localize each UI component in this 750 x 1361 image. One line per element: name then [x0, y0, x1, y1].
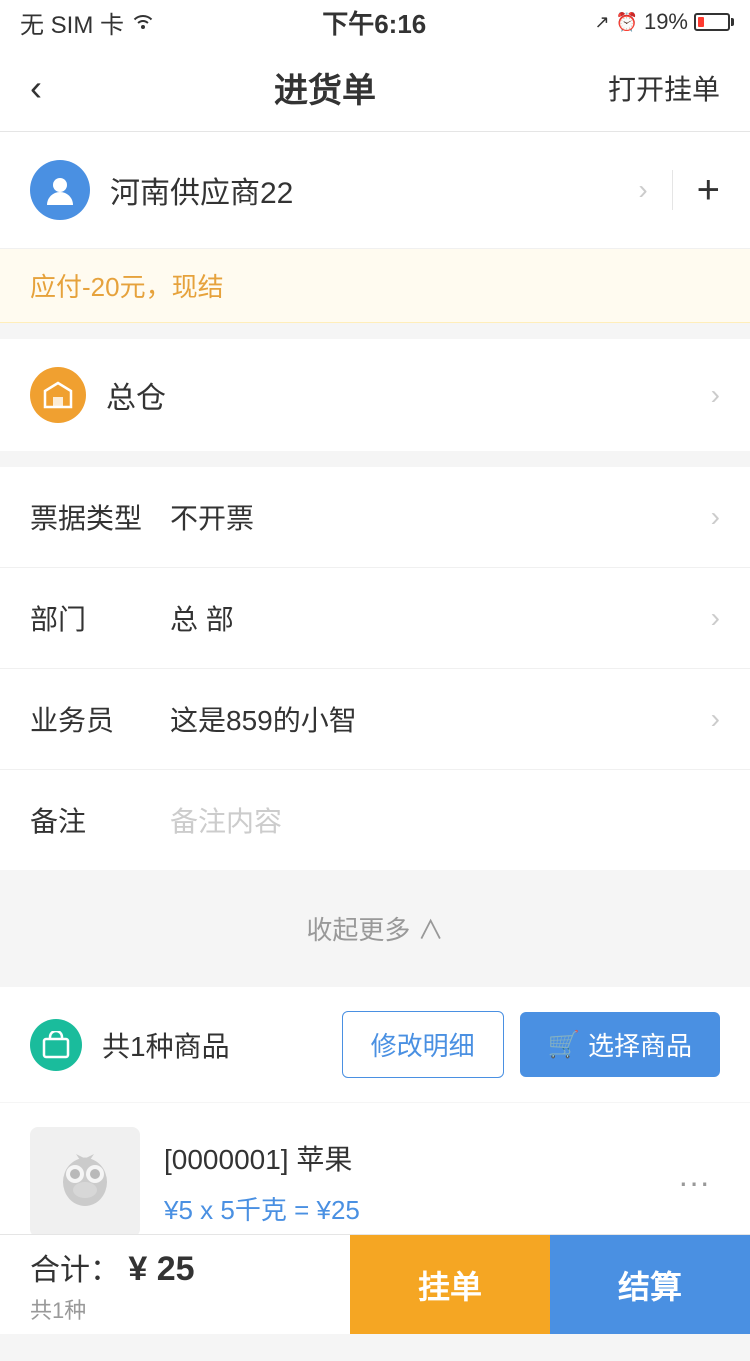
salesperson-row[interactable]: 业务员 这是859的小智 ›: [0, 668, 750, 769]
products-count: 共1种商品: [102, 1025, 342, 1065]
notice-bar: 应付-20元，现结: [0, 249, 750, 323]
total-section: 合计： ¥ 25 共1种: [0, 1235, 350, 1334]
select-product-label: 选择商品: [588, 1026, 692, 1063]
warehouse-icon: [30, 367, 86, 423]
total-main: 合计： ¥ 25: [30, 1245, 320, 1289]
product-owl-icon: [50, 1142, 120, 1223]
product-info: [0000001] 苹果 ¥5 x 5千克 = ¥25: [164, 1138, 668, 1227]
hang-button[interactable]: 挂单: [350, 1235, 550, 1334]
product-thumbnail: [30, 1127, 140, 1237]
supplier-name: 河南供应商22: [110, 168, 638, 212]
warehouse-chevron-icon: ›: [711, 379, 720, 411]
add-supplier-button[interactable]: +: [697, 168, 720, 213]
salesperson-chevron-icon: ›: [711, 703, 720, 735]
invoice-chevron-icon: ›: [711, 501, 720, 533]
page-title: 进货单: [274, 63, 376, 112]
total-value: ¥25: [317, 1195, 360, 1225]
remark-input[interactable]: 备注内容: [170, 800, 720, 840]
invoice-label: 票据类型: [30, 497, 170, 537]
collapse-label: 收起更多 ∧: [306, 915, 443, 945]
total-sub: 共1种: [30, 1293, 320, 1325]
nav-bar: ‹ 进货单 打开挂单: [0, 44, 750, 132]
products-header: 共1种商品 修改明细 🛒 选择商品: [0, 987, 750, 1102]
bottom-bar: 合计： ¥ 25 共1种 挂单 结算: [0, 1234, 750, 1334]
collapse-bar[interactable]: 收起更多 ∧: [0, 886, 750, 971]
status-time: 下午6:16: [322, 4, 426, 41]
battery-icon: [694, 13, 730, 31]
product-more-button[interactable]: ···: [668, 1154, 720, 1211]
carrier-text: 无 SIM 卡: [20, 5, 124, 40]
price-value: ¥5 x: [164, 1195, 220, 1225]
product-name: [0000001] 苹果: [164, 1138, 668, 1178]
location-icon: ↗: [594, 12, 609, 33]
checkout-button[interactable]: 结算: [550, 1235, 750, 1334]
salesperson-label: 业务员: [30, 699, 170, 739]
open-pending-button[interactable]: 打开挂单: [608, 68, 720, 108]
department-value: 总 部: [170, 598, 711, 638]
edit-detail-button[interactable]: 修改明细: [342, 1011, 504, 1078]
total-amount: ¥ 25: [128, 1250, 194, 1288]
status-bar: 无 SIM 卡 下午6:16 ↗ ⏰ 19%: [0, 0, 750, 44]
equals-sign: =: [294, 1195, 316, 1225]
chevron-right-icon: ›: [638, 174, 647, 206]
form-card: 票据类型 不开票 › 部门 总 部 › 业务员 这是859的小智 › 备注 备注…: [0, 467, 750, 870]
status-left: 无 SIM 卡: [20, 5, 154, 40]
supplier-card: 河南供应商22 › + 应付-20元，现结: [0, 132, 750, 323]
battery-percent: 19%: [644, 9, 688, 35]
status-right: ↗ ⏰ 19%: [594, 9, 730, 35]
department-chevron-icon: ›: [711, 602, 720, 634]
products-icon: [30, 1019, 82, 1071]
alarm-icon: ⏰: [616, 12, 638, 33]
department-row[interactable]: 部门 总 部 ›: [0, 567, 750, 668]
salesperson-value: 这是859的小智: [170, 699, 711, 739]
invoice-row[interactable]: 票据类型 不开票 ›: [0, 467, 750, 567]
quantity-value: 5千克: [220, 1195, 286, 1225]
notice-text: 应付-20元，现结: [30, 272, 224, 302]
supplier-row[interactable]: 河南供应商22 › +: [0, 132, 750, 249]
supplier-avatar: [30, 160, 90, 220]
remark-row[interactable]: 备注 备注内容: [0, 769, 750, 870]
wifi-icon: [132, 8, 154, 36]
total-label: 合计：: [30, 1254, 120, 1287]
main-content: 河南供应商22 › + 应付-20元，现结 总仓 › 票据类型 不开票 › 部门…: [0, 132, 750, 1361]
invoice-value: 不开票: [170, 497, 711, 537]
remark-label: 备注: [30, 800, 170, 840]
product-code: [0000001]: [164, 1144, 296, 1175]
product-title: 苹果: [296, 1144, 352, 1175]
product-price: ¥5 x 5千克 = ¥25: [164, 1190, 668, 1227]
warehouse-name: 总仓: [106, 373, 711, 417]
divider: [672, 170, 673, 210]
cart-icon: 🛒: [548, 1029, 580, 1060]
select-product-button[interactable]: 🛒 选择商品: [520, 1012, 720, 1077]
department-label: 部门: [30, 598, 170, 638]
warehouse-row[interactable]: 总仓 ›: [0, 339, 750, 451]
warehouse-card[interactable]: 总仓 ›: [0, 339, 750, 451]
back-button[interactable]: ‹: [30, 67, 42, 109]
